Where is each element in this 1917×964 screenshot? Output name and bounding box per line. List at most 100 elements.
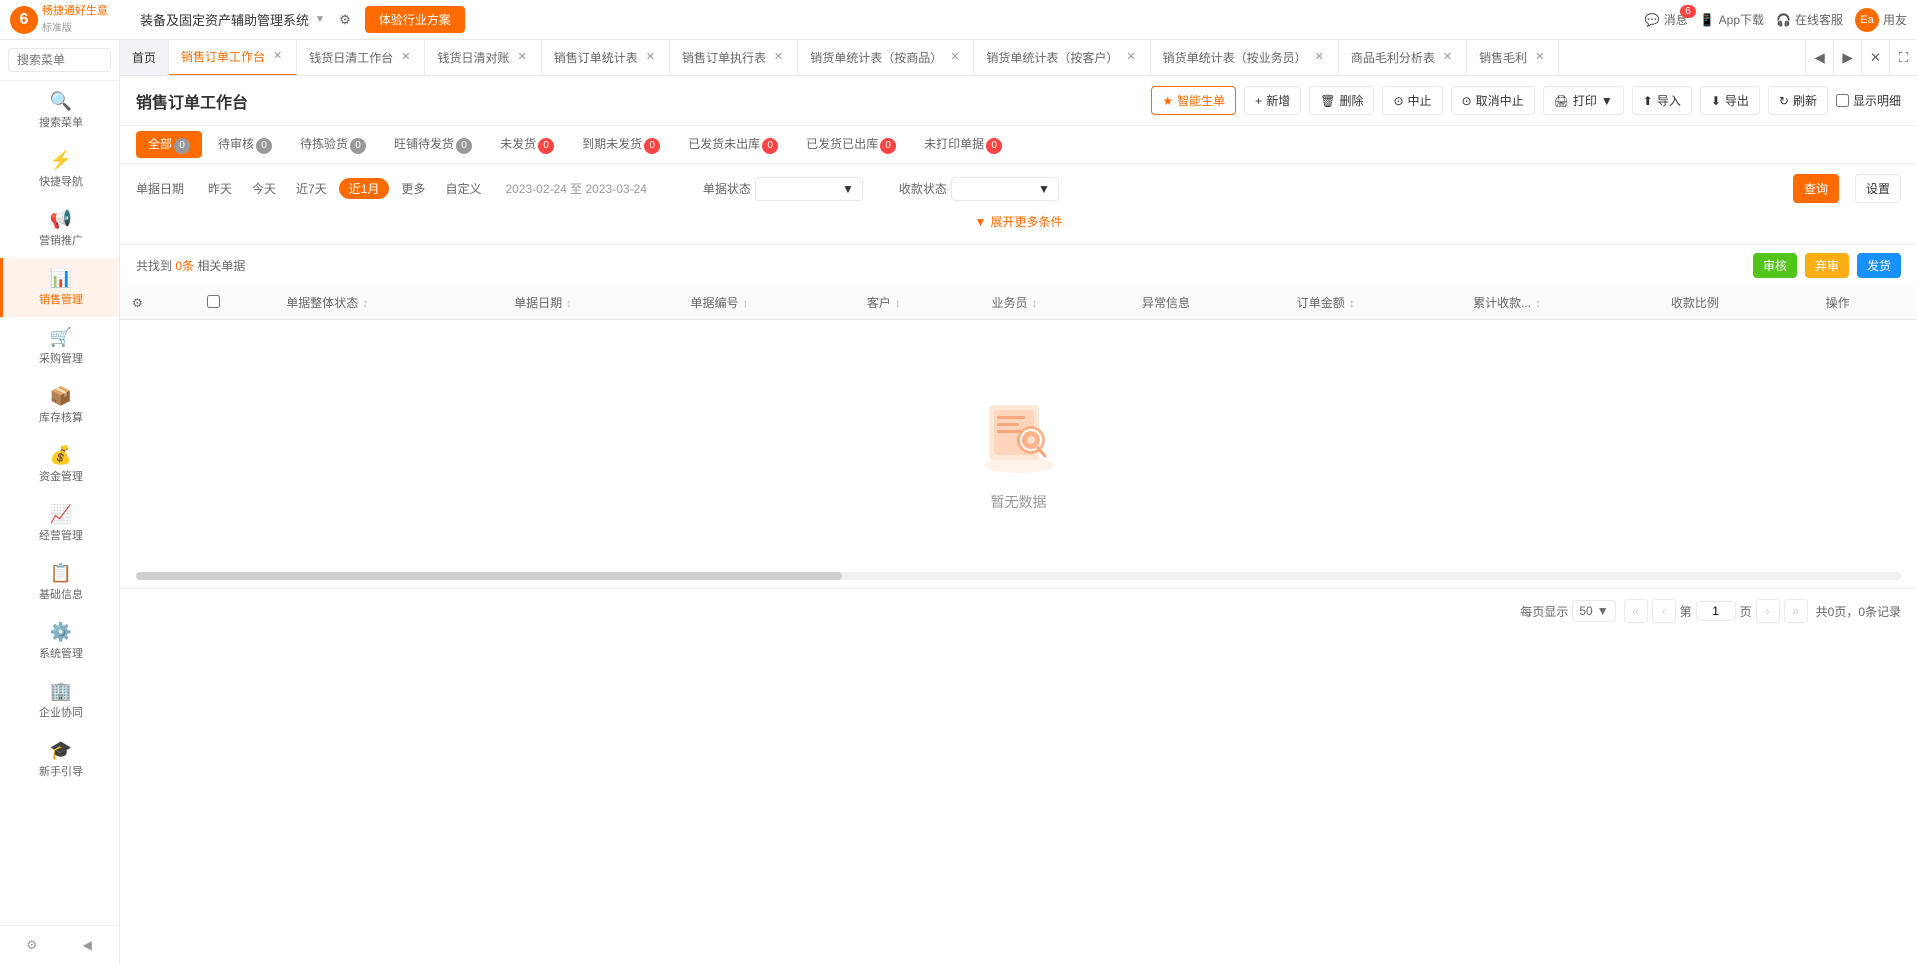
sidebar-item-enterprise[interactable]: 🏢企业协同 bbox=[0, 671, 119, 730]
enterprise-icon: 🏢 bbox=[50, 681, 72, 702]
tab-close-cash-reconcile[interactable]: ✕ bbox=[516, 51, 529, 64]
experience-button[interactable]: 体验行业方案 bbox=[365, 6, 465, 33]
ship-button[interactable]: 发货 bbox=[1857, 253, 1901, 278]
date-option-更多[interactable]: 更多 bbox=[393, 178, 433, 199]
date-option-近7天[interactable]: 近7天 bbox=[288, 178, 335, 199]
date-option-今天[interactable]: 今天 bbox=[244, 178, 284, 199]
sidebar-item-inventory[interactable]: 📦库存核算 bbox=[0, 376, 119, 435]
tab-next-btn[interactable]: ▶ bbox=[1833, 40, 1861, 76]
export-button[interactable]: ⬇ 导出 bbox=[1700, 86, 1760, 115]
sub-tab-label-all: 全部 bbox=[148, 137, 172, 151]
stop-button[interactable]: ⊙ 中止 bbox=[1382, 86, 1442, 115]
tab-close-goods-stats-product[interactable]: ✕ bbox=[948, 51, 961, 64]
tab-cash-reconcile[interactable]: 钱货日清对账✕ bbox=[425, 40, 541, 76]
message-button[interactable]: 💬 消息 6 bbox=[1645, 11, 1688, 28]
date-option-自定义[interactable]: 自定义 bbox=[437, 178, 489, 199]
tab-sales-stats[interactable]: 销售订单统计表✕ bbox=[542, 40, 670, 76]
sidebar-settings-btn[interactable]: ⚙ bbox=[8, 934, 56, 956]
sidebar-item-purchase[interactable]: 🛒采购管理 bbox=[0, 317, 119, 376]
tab-goods-stats-staff[interactable]: 销货单统计表（按业务员）✕ bbox=[1151, 40, 1339, 76]
tab-sales-exec[interactable]: 销售订单执行表✕ bbox=[670, 40, 798, 76]
sidebar-item-quick-nav[interactable]: ⚡快捷导航 bbox=[0, 140, 119, 199]
tab-goods-stats-customer[interactable]: 销货单统计表（按客户）✕ bbox=[974, 40, 1150, 76]
user-menu[interactable]: Ea 用友 bbox=[1855, 8, 1907, 32]
sidebar-item-guide[interactable]: 🎓新手引导 bbox=[0, 730, 119, 789]
last-page-btn[interactable]: » bbox=[1784, 599, 1808, 623]
tab-close-sales-exec[interactable]: ✕ bbox=[772, 51, 785, 64]
system-title-dropdown-icon[interactable]: ▼ bbox=[315, 14, 325, 25]
col-config-icon[interactable]: ⚙ bbox=[132, 296, 143, 310]
audit-button[interactable]: 审核 bbox=[1753, 253, 1797, 278]
sidebar-search-area[interactable] bbox=[0, 40, 119, 81]
tab-goods-stats-product[interactable]: 销货单统计表（按商品）✕ bbox=[798, 40, 974, 76]
sub-tab-pending-inspect[interactable]: 待拣验货0 bbox=[288, 131, 378, 158]
tab-cash-daily[interactable]: 钱货日清工作台✕ bbox=[297, 40, 425, 76]
sidebar-item-finance[interactable]: 💰资金管理 bbox=[0, 435, 119, 494]
payment-select[interactable]: ▼ bbox=[951, 177, 1059, 201]
tab-close-sales-profit[interactable]: ✕ bbox=[1533, 51, 1546, 64]
sidebar-item-sales[interactable]: 📊销售管理 bbox=[0, 258, 119, 317]
cancel-stop-button[interactable]: ⊙ 取消中止 bbox=[1451, 86, 1535, 115]
show-detail-toggle[interactable]: 显示明细 bbox=[1836, 92, 1901, 109]
horizontal-scrollbar[interactable] bbox=[136, 572, 1901, 580]
status-select[interactable]: ▼ bbox=[755, 177, 863, 201]
sub-tab-not-printed[interactable]: 未打印单据0 bbox=[912, 131, 1014, 158]
smart-create-button[interactable]: ★ 智能生单 bbox=[1151, 86, 1236, 115]
tab-close-sales-stats[interactable]: ✕ bbox=[644, 51, 657, 64]
sidebar-collapse-btn[interactable]: ◀ bbox=[64, 934, 112, 956]
settings-icon[interactable]: ⚙ bbox=[331, 6, 359, 34]
sub-tab-not-shipped[interactable]: 未发货0 bbox=[488, 131, 566, 158]
delete-button[interactable]: 🗑 删除 bbox=[1309, 86, 1374, 115]
sidebar-item-marketing[interactable]: 📢营销推广 bbox=[0, 199, 119, 258]
date-option-近1月[interactable]: 近1月 bbox=[339, 178, 390, 199]
first-page-btn[interactable]: « bbox=[1624, 599, 1648, 623]
sidebar-item-system[interactable]: ⚙️系统管理 bbox=[0, 612, 119, 671]
tab-close-goods-stats-staff[interactable]: ✕ bbox=[1313, 51, 1326, 64]
sub-tab-pending-audit[interactable]: 待审核0 bbox=[206, 131, 284, 158]
sidebar-item-basic[interactable]: 📋基础信息 bbox=[0, 553, 119, 612]
sub-tab-shipped-stored[interactable]: 已发货已出库0 bbox=[794, 131, 908, 158]
print-button[interactable]: 🖨 打印 ▼ bbox=[1543, 86, 1624, 115]
tab-fullscreen-btn[interactable]: ⛶ bbox=[1889, 40, 1917, 76]
col-header-received[interactable]: 累计收款...↕ bbox=[1461, 286, 1659, 320]
tab-close-margin-analysis[interactable]: ✕ bbox=[1441, 51, 1454, 64]
col-header-status[interactable]: 单据整体状态↕ bbox=[274, 286, 502, 320]
tab-close-sales-order-workbench[interactable]: ✕ bbox=[271, 50, 284, 63]
col-header-staff[interactable]: 业务员↕ bbox=[979, 286, 1130, 320]
tab-prev-btn[interactable]: ◀ bbox=[1805, 40, 1833, 76]
online-service-button[interactable]: 🎧 在线客服 bbox=[1776, 11, 1843, 28]
select-all-checkbox[interactable] bbox=[207, 295, 220, 308]
sidebar-item-search[interactable]: 🔍搜索菜单 bbox=[0, 81, 119, 140]
tab-close-cash-daily[interactable]: ✕ bbox=[399, 51, 412, 64]
next-page-btn[interactable]: › bbox=[1756, 599, 1780, 623]
tab-close-goods-stats-customer[interactable]: ✕ bbox=[1124, 51, 1137, 64]
col-header-date[interactable]: 单据日期↕ bbox=[502, 286, 678, 320]
app-download-button[interactable]: 📱 App下载 bbox=[1700, 11, 1764, 28]
prev-page-btn[interactable]: ‹ bbox=[1652, 599, 1676, 623]
page-size-select[interactable]: 50 ▼ bbox=[1572, 600, 1615, 622]
search-input[interactable] bbox=[8, 48, 111, 72]
tab-close-all-btn[interactable]: ✕ bbox=[1861, 40, 1889, 76]
expand-more-button[interactable]: ▼ 展开更多条件 bbox=[967, 209, 1071, 234]
show-detail-checkbox[interactable] bbox=[1836, 94, 1849, 107]
date-option-昨天[interactable]: 昨天 bbox=[200, 178, 240, 199]
tab-sales-order-workbench[interactable]: 销售订单工作台✕ bbox=[169, 40, 297, 76]
sub-tab-wangpu-pending[interactable]: 旺铺待发货0 bbox=[382, 131, 484, 158]
tab-sales-profit[interactable]: 销售毛利✕ bbox=[1467, 40, 1559, 76]
import-button[interactable]: ⬆ 导入 bbox=[1632, 86, 1692, 115]
col-header-number[interactable]: 单据编号↕ bbox=[678, 286, 854, 320]
sub-tab-shipped-not-stored[interactable]: 已发货未出库0 bbox=[676, 131, 790, 158]
sidebar-item-operation[interactable]: 📈经营管理 bbox=[0, 494, 119, 553]
page-number-input[interactable] bbox=[1696, 601, 1736, 621]
revoke-button[interactable]: 弃审 bbox=[1805, 253, 1849, 278]
col-header-amount[interactable]: 订单金额↕ bbox=[1285, 286, 1461, 320]
query-button[interactable]: 查询 bbox=[1793, 174, 1839, 203]
col-header-customer[interactable]: 客户↕ bbox=[855, 286, 980, 320]
sub-tab-all[interactable]: 全部0 bbox=[136, 131, 202, 158]
filter-settings-button[interactable]: 设置 bbox=[1855, 174, 1901, 203]
tab-margin-analysis[interactable]: 商品毛利分析表✕ bbox=[1339, 40, 1467, 76]
add-button[interactable]: + 新增 bbox=[1244, 86, 1301, 115]
tab-home[interactable]: 首页 bbox=[120, 40, 169, 76]
sub-tab-expired-not-shipped[interactable]: 到期未发货0 bbox=[570, 131, 672, 158]
refresh-button[interactable]: ↻ 刷新 bbox=[1768, 86, 1828, 115]
